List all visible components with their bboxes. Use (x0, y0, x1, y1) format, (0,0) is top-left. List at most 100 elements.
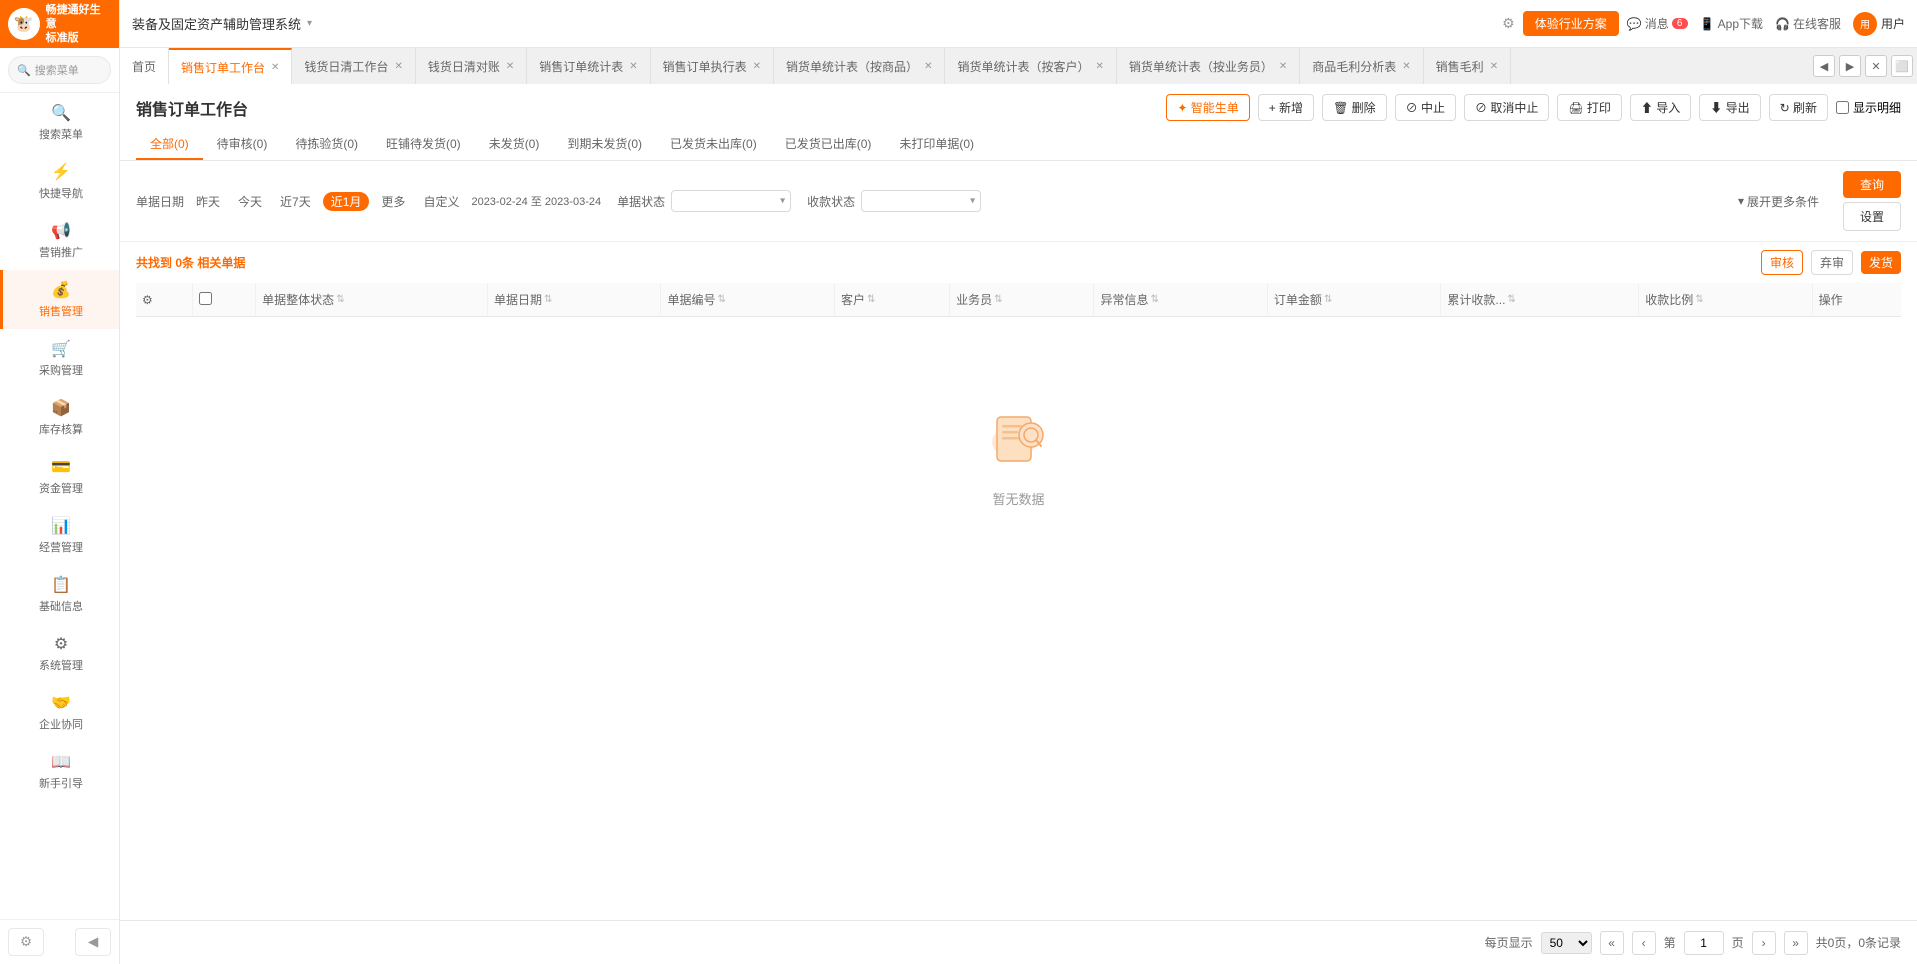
sort-icon[interactable]: ⇅ (1507, 294, 1515, 305)
stop-button[interactable]: ⊘ 中止 (1395, 94, 1456, 121)
sidebar-item-basic[interactable]: 📋基础信息 (0, 565, 119, 624)
sub-tab-all[interactable]: 全部(0) (136, 129, 203, 160)
sort-icon[interactable]: ⇅ (1695, 294, 1703, 305)
col-header-ratio[interactable]: 收款比例⇅ (1639, 283, 1812, 317)
sub-tab-shipped-out[interactable]: 已发货已出库(0) (771, 129, 886, 160)
tab-cargo-product[interactable]: 销货单统计表（按商品）✕ (774, 48, 945, 84)
tab-close-icon[interactable]: ✕ (506, 61, 514, 72)
tabs-close-all-button[interactable]: ✕ (1865, 55, 1887, 77)
date-option-自定义[interactable]: 自定义 (417, 191, 465, 212)
cancel-stop-button[interactable]: ⊘ 取消中止 (1464, 94, 1549, 121)
sub-tab-pending-review[interactable]: 待审核(0) (203, 129, 282, 160)
sidebar-item-system[interactable]: ⚙系统管理 (0, 624, 119, 683)
tab-close-icon[interactable]: ✕ (394, 61, 402, 72)
last-page-button[interactable]: » (1784, 931, 1808, 955)
sub-tab-overdue-not-shipped[interactable]: 到期未发货(0) (553, 129, 656, 160)
col-header-payment[interactable]: 累计收款...⇅ (1441, 283, 1639, 317)
col-header-date[interactable]: 单据日期⇅ (487, 283, 660, 317)
page-size-select[interactable]: 50 10 20 100 (1541, 932, 1592, 954)
tabs-left-button[interactable]: ◀ (1813, 55, 1835, 77)
tab-close-icon[interactable]: ✕ (924, 61, 932, 72)
sort-icon[interactable]: ⇅ (867, 294, 875, 305)
date-option-今天[interactable]: 今天 (232, 191, 268, 212)
tab-sales-more[interactable]: 销售毛利✕ (1424, 48, 1511, 84)
sidebar-item-operation[interactable]: 📊经营管理 (0, 506, 119, 565)
detail-checkbox-label[interactable]: 显示明细 (1836, 99, 1901, 116)
date-option-近1月[interactable]: 近1月 (323, 192, 370, 211)
sidebar-item-inventory[interactable]: 📦库存核算 (0, 388, 119, 447)
print-button[interactable]: 🖨 打印 (1557, 94, 1622, 121)
sidebar-item-sales[interactable]: 💰销售管理 (0, 270, 119, 329)
app-download-button[interactable]: 📱 App下载 (1700, 15, 1763, 32)
settings-button[interactable]: 设置 (1843, 202, 1901, 231)
tab-sales-stat[interactable]: 销售订单统计表✕ (527, 48, 650, 84)
sidebar-item-finance[interactable]: 💳资金管理 (0, 447, 119, 506)
sidebar-settings-button[interactable]: ⚙ (8, 928, 44, 956)
export-button[interactable]: ⬇ 导出 (1699, 94, 1760, 121)
tab-close-icon[interactable]: ✕ (1279, 61, 1287, 72)
col-header-amount[interactable]: 订单金额⇅ (1267, 283, 1440, 317)
sort-icon[interactable]: ⇅ (336, 294, 344, 305)
sidebar-item-marketing[interactable]: 📢营销推广 (0, 211, 119, 270)
sort-icon[interactable]: ⇅ (717, 294, 725, 305)
sub-tab-not-shipped[interactable]: 未发货(0) (475, 129, 554, 160)
sub-tab-pending-inspect[interactable]: 待拣验货(0) (281, 129, 372, 160)
tab-cash-reconcile[interactable]: 钱货日清对账✕ (416, 48, 527, 84)
tab-gross-profit[interactable]: 商品毛利分析表✕ (1300, 48, 1423, 84)
tab-close-icon[interactable]: ✕ (753, 61, 761, 72)
page-number-input[interactable] (1684, 931, 1724, 955)
sidebar-collapse-button[interactable]: ◀ (75, 928, 111, 956)
refresh-button[interactable]: ↻ 刷新 (1769, 94, 1828, 121)
tabs-right-button[interactable]: ▶ (1839, 55, 1861, 77)
sort-icon[interactable]: ⇅ (1324, 294, 1332, 305)
sort-icon[interactable]: ⇅ (1150, 294, 1158, 305)
tab-home[interactable]: 首页 (120, 48, 169, 84)
sidebar-item-guide[interactable]: 📖新手引导 (0, 742, 119, 801)
sidebar-item-enterprise[interactable]: 🤝企业协同 (0, 683, 119, 742)
first-page-button[interactable]: « (1600, 931, 1624, 955)
tab-close-icon[interactable]: ✕ (629, 61, 637, 72)
user-menu-button[interactable]: 用 用户 (1853, 12, 1905, 36)
tab-close-icon[interactable]: ✕ (1402, 61, 1410, 72)
sidebar-item-purchase[interactable]: 🛒采购管理 (0, 329, 119, 388)
sidebar-item-quick-nav[interactable]: ⚡快捷导航 (0, 152, 119, 211)
tab-cash-daily[interactable]: 钱货日清工作台✕ (292, 48, 415, 84)
search-menu-button[interactable]: 🔍 搜索菜单 (8, 56, 111, 84)
col-header-customer[interactable]: 客户⇅ (834, 283, 949, 317)
smart-create-button[interactable]: ✦ 智能生单 (1166, 94, 1249, 121)
sub-tab-shipped-not-out[interactable]: 已发货未出库(0) (656, 129, 771, 160)
tab-close-icon[interactable]: ✕ (1095, 61, 1103, 72)
revoke-button[interactable]: 弃审 (1811, 250, 1853, 275)
topbar-settings-icon[interactable]: ⚙ (1502, 15, 1515, 32)
select-all-checkbox[interactable] (199, 292, 212, 305)
tab-cargo-staff[interactable]: 销货单统计表（按业务员）✕ (1117, 48, 1300, 84)
payment-select[interactable] (861, 190, 981, 212)
query-button[interactable]: 查询 (1843, 171, 1901, 198)
expand-conditions-button[interactable]: ▾ 展开更多条件 (1738, 193, 1819, 210)
sort-icon[interactable]: ⇅ (994, 294, 1002, 305)
sort-icon[interactable]: ⇅ (544, 294, 552, 305)
tab-close-icon[interactable]: ✕ (1490, 61, 1498, 72)
online-service-button[interactable]: 🎧 在线客服 (1775, 15, 1841, 32)
audit-button[interactable]: 审核 (1761, 250, 1803, 275)
date-option-昨天[interactable]: 昨天 (190, 191, 226, 212)
tab-cargo-customer[interactable]: 销货单统计表（按客户）✕ (945, 48, 1116, 84)
tab-sales-order[interactable]: 销售订单工作台✕ (169, 48, 292, 84)
prev-page-button[interactable]: ‹ (1632, 931, 1656, 955)
sidebar-item-search[interactable]: 🔍搜索菜单 (0, 93, 119, 152)
tab-sales-exec[interactable]: 销售订单执行表✕ (651, 48, 774, 84)
status-select[interactable] (671, 190, 791, 212)
col-header-abnormal[interactable]: 异常信息⇅ (1094, 283, 1267, 317)
import-button[interactable]: ⬆ 导入 (1630, 94, 1691, 121)
detail-checkbox[interactable] (1836, 101, 1849, 114)
add-button[interactable]: + 新增 (1258, 94, 1314, 121)
tab-close-icon[interactable]: ✕ (271, 62, 279, 73)
next-page-button[interactable]: › (1752, 931, 1776, 955)
sub-tab-not-printed[interactable]: 未打印单据(0) (885, 129, 988, 160)
settings-col-icon[interactable]: ⚙ (142, 293, 153, 307)
delete-button[interactable]: 🗑 删除 (1322, 94, 1387, 121)
col-header-status[interactable]: 单据整体状态⇅ (256, 283, 488, 317)
date-option-更多[interactable]: 更多 (375, 191, 411, 212)
col-header-staff[interactable]: 业务员⇅ (950, 283, 1094, 317)
tabs-maximize-button[interactable]: ⬜ (1891, 55, 1913, 77)
